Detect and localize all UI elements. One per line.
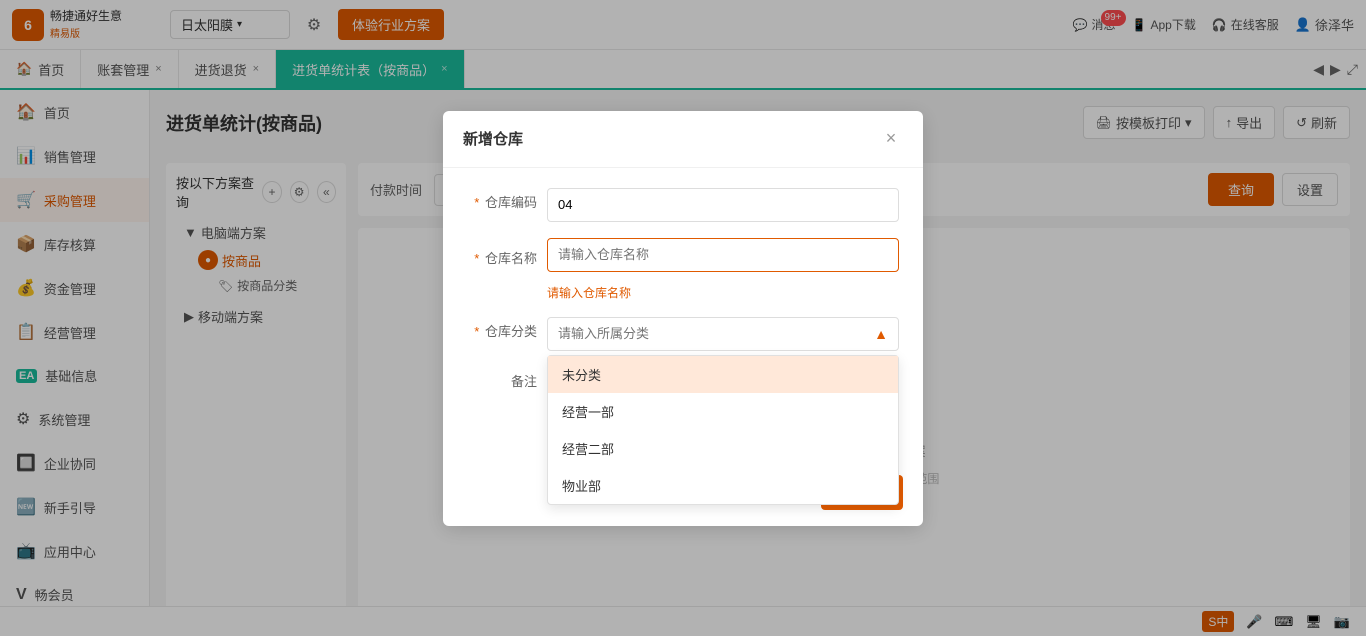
warehouse-code-input[interactable] bbox=[547, 188, 899, 222]
name-label: * 仓库名称 bbox=[467, 244, 537, 265]
modal-close-button[interactable]: × bbox=[879, 127, 903, 151]
modal-header: 新增仓库 × bbox=[443, 111, 923, 168]
category-input[interactable] bbox=[547, 317, 899, 351]
warehouse-category-row: * 仓库分类 ▲ 未分类 经营一部 经营二部 物业部 bbox=[467, 317, 899, 351]
modal-overlay: 新增仓库 × * 仓库编码 * 仓库名称 bbox=[0, 0, 1366, 636]
warehouse-code-row: * 仓库编码 bbox=[467, 188, 899, 222]
category-toggle-button[interactable]: ▲ bbox=[871, 324, 891, 344]
warehouse-name-row: * 仓库名称 请输入仓库名称 bbox=[467, 238, 899, 301]
close-icon: × bbox=[886, 128, 897, 149]
modal-body: * 仓库编码 * 仓库名称 请输入仓库名称 * bbox=[443, 168, 923, 463]
category-input-wrap: ▲ 未分类 经营一部 经营二部 物业部 bbox=[547, 317, 899, 351]
category-option-3[interactable]: 物业部 bbox=[548, 467, 898, 504]
category-label: * 仓库分类 bbox=[467, 317, 537, 338]
category-dropdown: 未分类 经营一部 经营二部 物业部 bbox=[547, 355, 899, 505]
name-error-message: 请输入仓库名称 bbox=[547, 284, 631, 301]
warehouse-name-input[interactable] bbox=[547, 238, 899, 272]
modal-add-warehouse: 新增仓库 × * 仓库编码 * 仓库名称 bbox=[443, 111, 923, 526]
chevron-up-icon: ▲ bbox=[874, 326, 888, 342]
category-option-1[interactable]: 经营一部 bbox=[548, 393, 898, 430]
note-label: 备注 bbox=[467, 367, 537, 388]
modal-title: 新增仓库 bbox=[463, 128, 523, 149]
category-option-2[interactable]: 经营二部 bbox=[548, 430, 898, 467]
code-label: * 仓库编码 bbox=[467, 188, 537, 209]
category-option-0[interactable]: 未分类 bbox=[548, 356, 898, 393]
